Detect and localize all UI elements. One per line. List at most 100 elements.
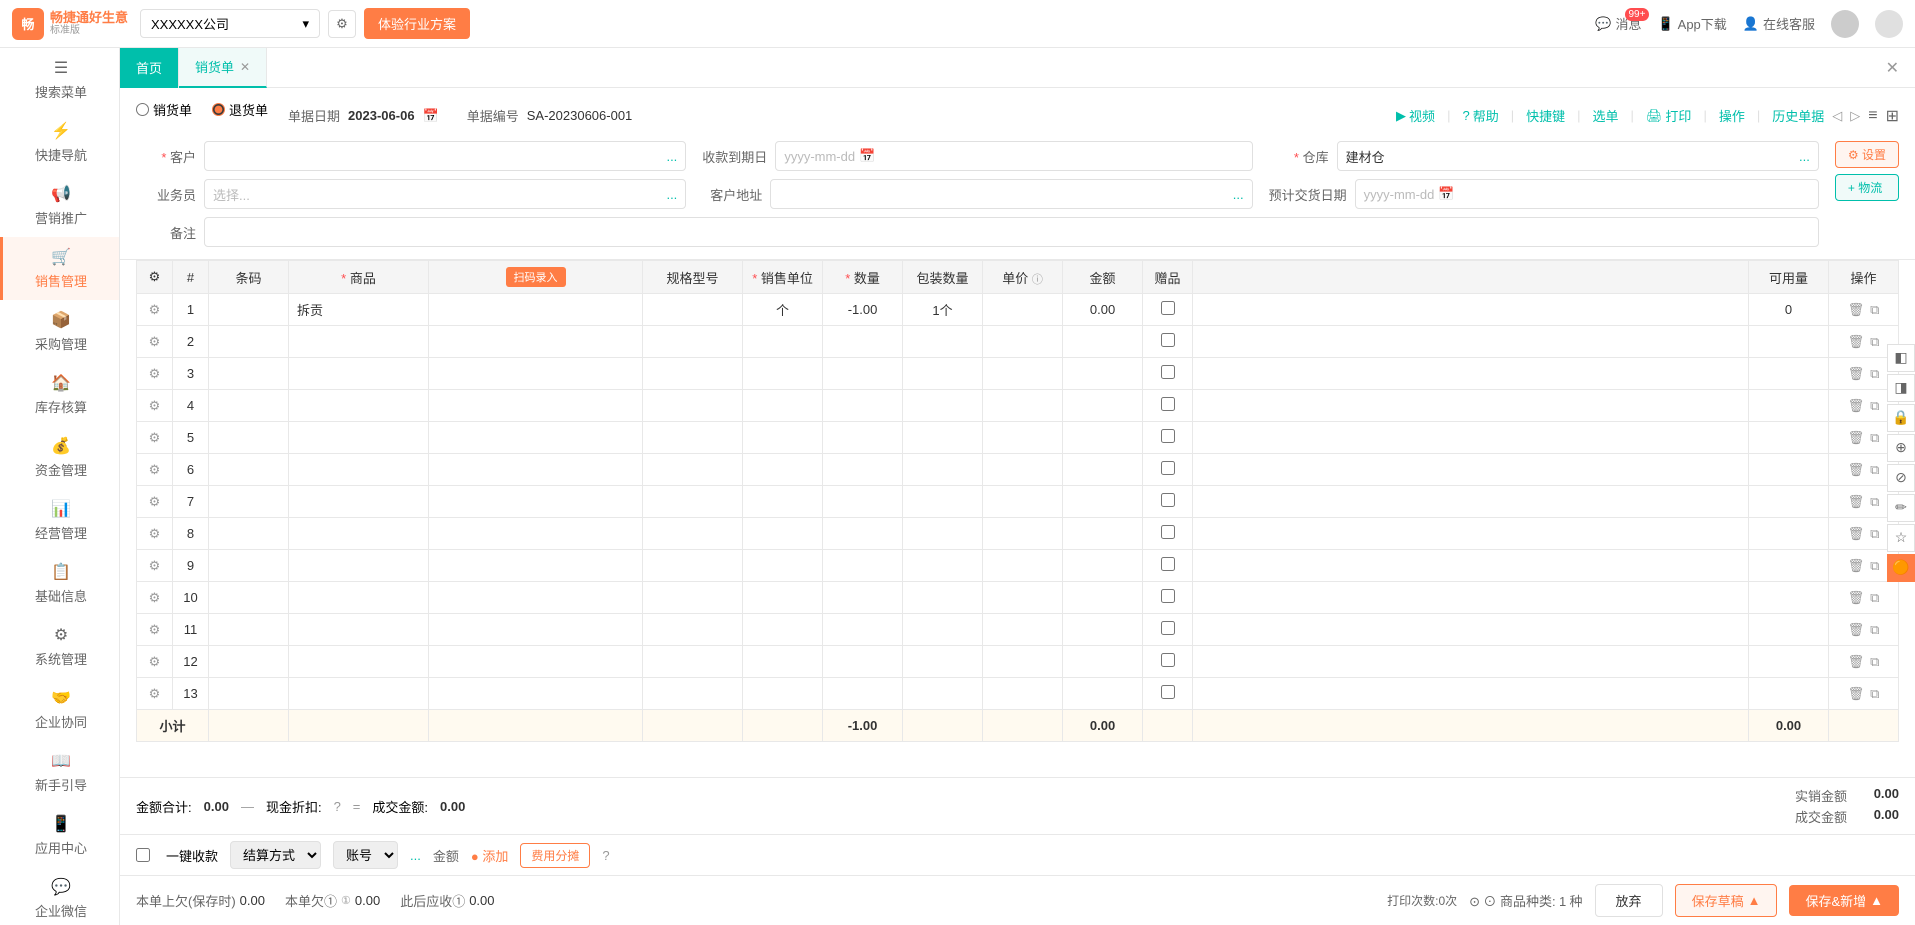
company-select[interactable]: XXXXXX公司 ▾ — [140, 9, 320, 38]
copy-icon[interactable]: ⧉ — [1870, 366, 1879, 382]
row-amount[interactable] — [1063, 678, 1143, 710]
gift-checkbox[interactable] — [1161, 557, 1175, 571]
sidebar-item-collab[interactable]: 🤝 企业协同 — [0, 678, 119, 741]
due-date-calendar-icon[interactable]: 📅 — [859, 148, 875, 164]
row-price[interactable] — [983, 582, 1063, 614]
copy-icon[interactable]: ⧉ — [1870, 526, 1879, 542]
add-btn[interactable]: ● 添加 — [471, 846, 508, 865]
row-price[interactable] — [983, 422, 1063, 454]
row-packqty[interactable] — [903, 646, 983, 678]
avatar-extra[interactable] — [1875, 10, 1903, 38]
delete-icon[interactable]: 🗑 — [1848, 398, 1865, 414]
sidebar-item-system[interactable]: ⚙ 系统管理 — [0, 615, 119, 678]
row-amount[interactable]: 0.00 — [1063, 294, 1143, 326]
sidebar-item-inventory[interactable]: 🏠 库存核算 — [0, 363, 119, 426]
row-packqty[interactable] — [903, 550, 983, 582]
copy-icon[interactable]: ⧉ — [1870, 654, 1879, 670]
row-amount[interactable] — [1063, 550, 1143, 582]
float-layout1-btn[interactable]: ◧ — [1887, 344, 1915, 372]
app-download-button[interactable]: 📱 App下载 — [1657, 14, 1726, 33]
row-unit[interactable] — [743, 486, 823, 518]
layout-grid-icon[interactable]: ⊞ — [1886, 106, 1899, 126]
row-spec[interactable] — [643, 390, 743, 422]
row-gear[interactable]: ⚙ — [137, 614, 173, 646]
warehouse-dots[interactable]: ... — [1799, 149, 1810, 164]
row-barcode[interactable] — [209, 678, 289, 710]
delete-icon[interactable]: 🗑 — [1848, 462, 1865, 478]
row-goods[interactable] — [289, 614, 429, 646]
row-spec[interactable] — [643, 326, 743, 358]
row-spec[interactable] — [643, 422, 743, 454]
sidebar-item-quicknav[interactable]: ⚡ 快捷导航 — [0, 111, 119, 174]
row-spec[interactable] — [643, 294, 743, 326]
fee-split-button[interactable]: 费用分摊 — [520, 843, 590, 868]
copy-icon[interactable]: ⧉ — [1870, 302, 1879, 318]
video-link[interactable]: ▶ 视频 — [1396, 106, 1435, 125]
avatar[interactable] — [1831, 10, 1859, 38]
trial-button[interactable]: 体验行业方案 — [364, 8, 470, 39]
help-link[interactable]: ? 帮助 — [1462, 106, 1498, 125]
row-barcode[interactable] — [209, 486, 289, 518]
float-expand-btn[interactable]: ⊕ — [1887, 434, 1915, 462]
row-gift[interactable] — [1143, 390, 1193, 422]
delete-icon[interactable]: 🗑 — [1848, 622, 1865, 638]
row-barcode[interactable] — [209, 390, 289, 422]
row-goods[interactable]: 拆贡 — [289, 294, 429, 326]
radio-return[interactable] — [212, 103, 225, 116]
row-barcode[interactable] — [209, 614, 289, 646]
delete-icon[interactable]: 🗑 — [1848, 590, 1865, 606]
float-action-btn[interactable]: 🟠 — [1887, 554, 1915, 582]
tab-bar-close-icon[interactable]: ✕ — [1870, 58, 1915, 78]
row-gift[interactable] — [1143, 646, 1193, 678]
row-gift[interactable] — [1143, 582, 1193, 614]
delete-icon[interactable]: 🗑 — [1848, 430, 1865, 446]
account-select[interactable]: 账号 — [333, 841, 398, 869]
row-packqty[interactable] — [903, 358, 983, 390]
row-spec[interactable] — [643, 678, 743, 710]
print-link[interactable]: 🖨 打印 — [1646, 106, 1692, 125]
row-price[interactable] — [983, 486, 1063, 518]
row-qty[interactable] — [823, 390, 903, 422]
row-gear[interactable]: ⚙ — [137, 486, 173, 518]
account-dots[interactable]: ... — [410, 848, 421, 863]
gift-checkbox[interactable] — [1161, 333, 1175, 347]
calc-method-select[interactable]: 结算方式 — [230, 841, 321, 869]
row-unit[interactable] — [743, 422, 823, 454]
row-spec[interactable] — [643, 486, 743, 518]
sidebar-item-wechat[interactable]: 💬 企业微信 — [0, 867, 119, 925]
row-amount[interactable] — [1063, 518, 1143, 550]
row-price[interactable] — [983, 358, 1063, 390]
calendar-icon[interactable]: 📅 — [423, 108, 439, 124]
row-packqty[interactable] — [903, 422, 983, 454]
customer-dots[interactable]: ... — [666, 149, 677, 164]
row-amount[interactable] — [1063, 390, 1143, 422]
float-star-btn[interactable]: ☆ — [1887, 524, 1915, 552]
row-gift[interactable] — [1143, 358, 1193, 390]
row-gift[interactable] — [1143, 422, 1193, 454]
warehouse-input[interactable]: 建材仓 ... — [1337, 141, 1819, 171]
nav-prev-icon[interactable]: ◁ — [1832, 108, 1842, 124]
row-barcode[interactable] — [209, 518, 289, 550]
row-price[interactable] — [983, 646, 1063, 678]
tab-sales-order[interactable]: 销货单 ✕ — [179, 48, 267, 88]
row-qty[interactable] — [823, 550, 903, 582]
row-packqty[interactable] — [903, 614, 983, 646]
row-packqty[interactable] — [903, 390, 983, 422]
row-gear[interactable]: ⚙ — [137, 326, 173, 358]
gift-checkbox[interactable] — [1161, 301, 1175, 315]
gift-checkbox[interactable] — [1161, 621, 1175, 635]
row-amount[interactable] — [1063, 486, 1143, 518]
discount-help-icon[interactable]: ? — [334, 799, 341, 814]
row-qty[interactable] — [823, 614, 903, 646]
row-unit[interactable] — [743, 646, 823, 678]
gift-checkbox[interactable] — [1161, 589, 1175, 603]
row-unit[interactable] — [743, 358, 823, 390]
copy-icon[interactable]: ⧉ — [1870, 686, 1879, 702]
online-service-button[interactable]: 👤 在线客服 — [1743, 14, 1815, 33]
delete-icon[interactable]: 🗑 — [1848, 654, 1865, 670]
due-date-input[interactable]: yyyy-mm-dd 📅 — [775, 141, 1252, 171]
row-spec[interactable] — [643, 582, 743, 614]
row-gift[interactable] — [1143, 518, 1193, 550]
copy-icon[interactable]: ⧉ — [1870, 334, 1879, 350]
fee-help-icon[interactable]: ? — [602, 848, 609, 863]
